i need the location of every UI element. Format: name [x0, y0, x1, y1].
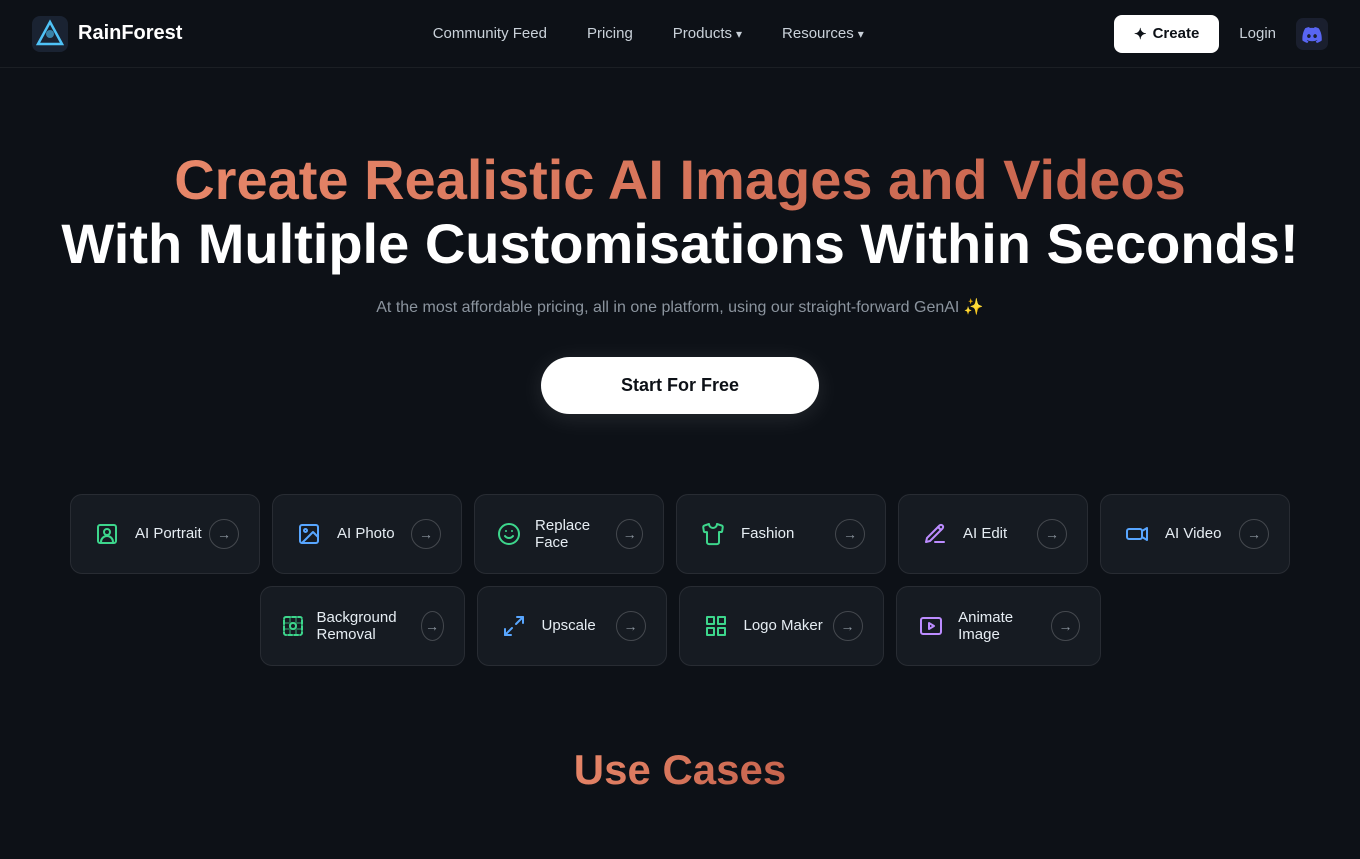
card-background-removal-label: Background Removal [317, 609, 421, 643]
card-logo-maker-arrow[interactable]: → [833, 611, 863, 641]
fashion-icon [697, 518, 729, 550]
card-replace-face-label: Replace Face [535, 517, 616, 551]
navbar: RainForest Community Feed Pricing Produc… [0, 0, 1360, 68]
cards-row-2: Background Removal → Upscale → [60, 586, 1300, 666]
card-ai-video-label: AI Video [1165, 525, 1221, 542]
card-background-removal[interactable]: Background Removal → [260, 586, 465, 666]
card-fashion-label: Fashion [741, 525, 794, 542]
card-ai-photo-label: AI Photo [337, 525, 395, 542]
card-ai-photo-arrow[interactable]: → [411, 519, 441, 549]
card-upscale[interactable]: Upscale → [477, 586, 667, 666]
upscale-icon [498, 610, 530, 642]
ai-edit-icon [919, 518, 951, 550]
card-animate-image-label: Animate Image [958, 609, 1051, 643]
create-button[interactable]: ✦ Create [1114, 15, 1219, 53]
nav-right: ✦ Create Login [1114, 15, 1328, 53]
nav-links: Community Feed Pricing Products Resource… [417, 17, 880, 50]
card-ai-video-arrow[interactable]: → [1239, 519, 1269, 549]
photo-icon [293, 518, 325, 550]
card-background-removal-arrow[interactable]: → [421, 611, 444, 641]
brand-name: RainForest [78, 22, 182, 45]
nav-products[interactable]: Products [657, 17, 758, 50]
create-icon: ✦ [1134, 25, 1147, 43]
card-logo-maker[interactable]: Logo Maker → [679, 586, 884, 666]
card-replace-face-arrow[interactable]: → [616, 519, 643, 549]
use-cases-title-text: Use Cases [574, 746, 786, 793]
discord-icon[interactable] [1296, 18, 1328, 50]
use-cases-section: Use Cases [0, 706, 1360, 814]
login-button[interactable]: Login [1231, 15, 1284, 52]
card-ai-video[interactable]: AI Video → [1100, 494, 1290, 574]
brand-logo[interactable]: RainForest [32, 16, 182, 52]
nav-resources[interactable]: Resources [766, 17, 880, 50]
feature-cards-section: AI Portrait → AI Photo → [0, 474, 1360, 706]
card-animate-image-arrow[interactable]: → [1051, 611, 1079, 641]
card-ai-edit-label: AI Edit [963, 525, 1007, 542]
create-label: Create [1153, 25, 1200, 42]
logo-maker-icon [700, 610, 732, 642]
start-for-free-button[interactable]: Start For Free [541, 357, 819, 414]
card-ai-edit[interactable]: AI Edit → [898, 494, 1088, 574]
nav-pricing[interactable]: Pricing [571, 17, 649, 50]
card-fashion[interactable]: Fashion → [676, 494, 886, 574]
animate-image-icon [917, 610, 947, 642]
background-removal-icon [281, 610, 305, 642]
portrait-icon [91, 518, 123, 550]
card-ai-photo[interactable]: AI Photo → [272, 494, 462, 574]
use-cases-title: Use Cases [32, 746, 1328, 794]
card-animate-image[interactable]: Animate Image → [896, 586, 1101, 666]
hero-title: Create Realistic AI Images and Videos Wi… [32, 148, 1328, 277]
hero-section: Create Realistic AI Images and Videos Wi… [0, 68, 1360, 474]
card-logo-maker-label: Logo Maker [744, 617, 823, 634]
card-fashion-arrow[interactable]: → [835, 519, 865, 549]
card-ai-edit-arrow[interactable]: → [1037, 519, 1067, 549]
card-ai-portrait-label: AI Portrait [135, 525, 202, 542]
cards-row-1: AI Portrait → AI Photo → [60, 494, 1300, 574]
hero-subtitle: At the most affordable pricing, all in o… [32, 297, 1328, 317]
card-ai-portrait[interactable]: AI Portrait → [70, 494, 260, 574]
card-upscale-label: Upscale [542, 617, 596, 634]
card-ai-portrait-arrow[interactable]: → [209, 519, 239, 549]
replace-face-icon [495, 518, 523, 550]
card-replace-face[interactable]: Replace Face → [474, 494, 664, 574]
nav-community-feed[interactable]: Community Feed [417, 17, 563, 50]
card-upscale-arrow[interactable]: → [616, 611, 646, 641]
ai-video-icon [1121, 518, 1153, 550]
